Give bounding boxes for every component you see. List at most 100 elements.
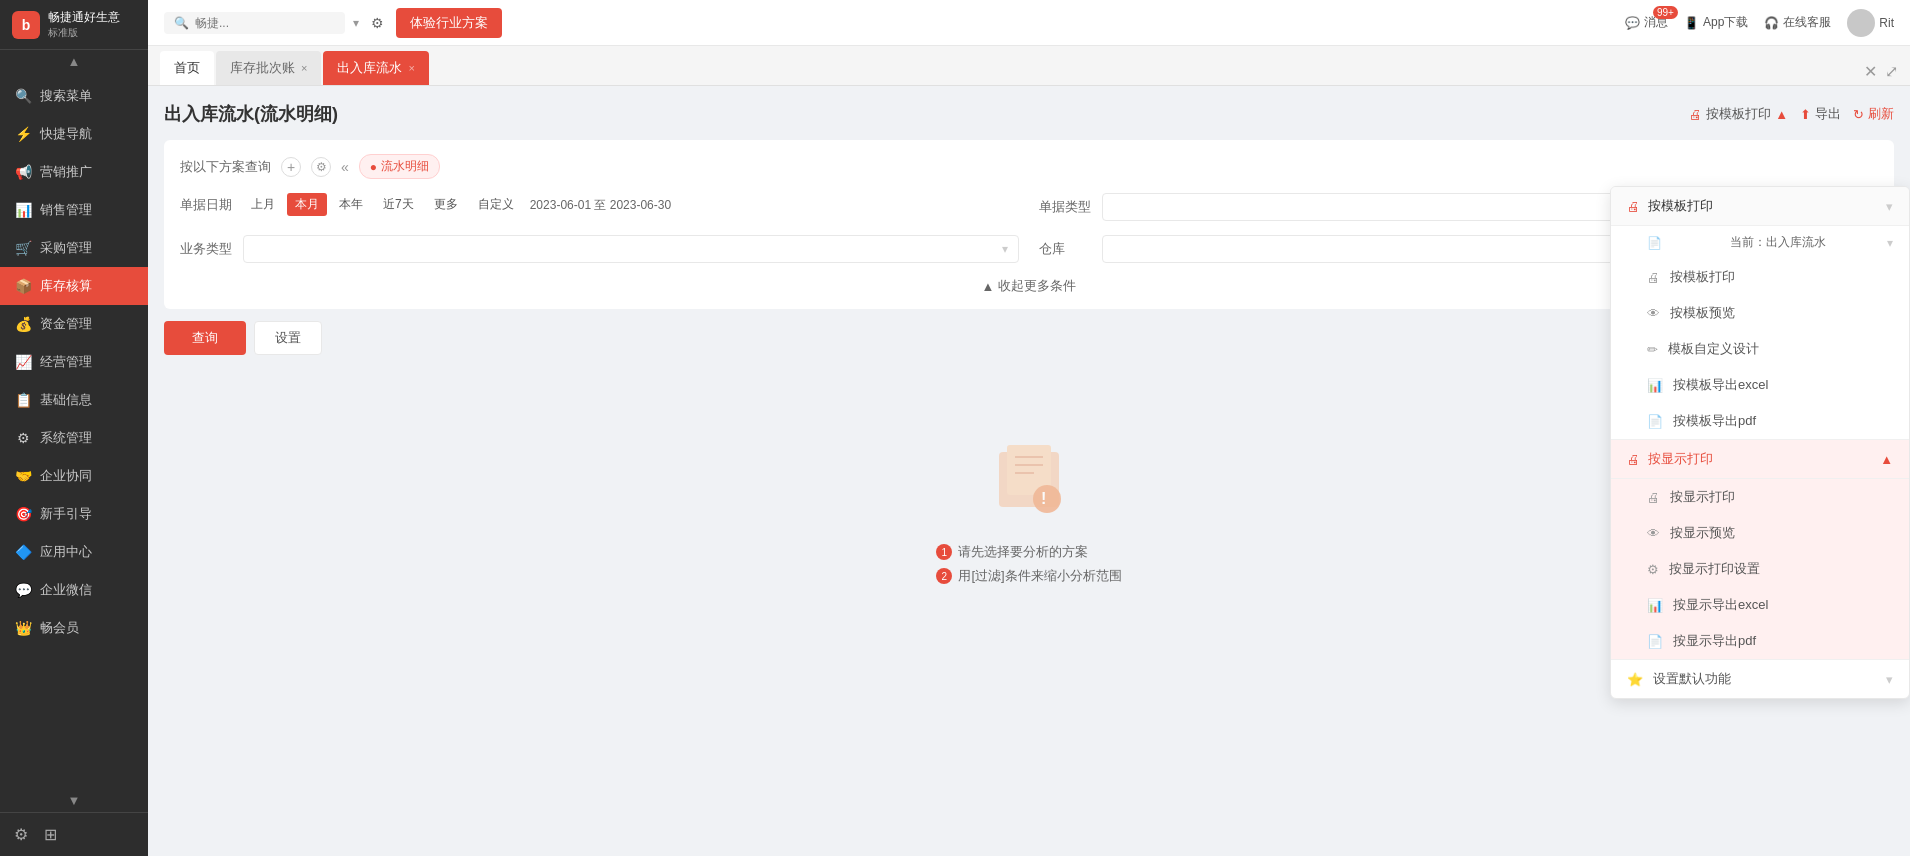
business-type-select[interactable]: ▾ bbox=[243, 235, 1019, 263]
scroll-up[interactable]: ▲ bbox=[0, 50, 148, 73]
collapse-icon: ▲ bbox=[982, 279, 995, 294]
svg-point-5 bbox=[1033, 485, 1061, 513]
date-btn-custom[interactable]: 自定义 bbox=[470, 193, 522, 216]
date-btn-prev-month[interactable]: 上月 bbox=[243, 193, 283, 216]
sales-icon: 📊 bbox=[14, 202, 32, 218]
print-display-excel-item[interactable]: 📊 按显示导出excel bbox=[1611, 587, 1909, 623]
topbar-search-box[interactable]: 🔍 bbox=[164, 12, 345, 34]
sidebar-item-sales[interactable]: 📊 销售管理 bbox=[0, 191, 148, 229]
collapse-more-btn[interactable]: ▲ 收起更多条件 bbox=[982, 277, 1077, 295]
sidebar-item-cooperation[interactable]: 🤝 企业协同 bbox=[0, 457, 148, 495]
print-dropdown-panel: 🖨 按模板打印 ▾ 📄 当前：出入库流水 ▾ 🖨 按模板打印 👁 按模板预览 bbox=[1610, 186, 1910, 699]
sidebar-footer: ⚙ ⊞ bbox=[0, 812, 148, 856]
tip-item-2: 2 用[过滤]条件来缩小分析范围 bbox=[936, 567, 1121, 585]
sidebar-item-label: 快捷导航 bbox=[40, 125, 92, 143]
print-display-preview-item[interactable]: 👁 按显示预览 bbox=[1611, 515, 1909, 551]
print-template-section: 🖨 按模板打印 ▾ 📄 当前：出入库流水 ▾ 🖨 按模板打印 👁 按模板预览 bbox=[1611, 187, 1909, 439]
inventory-icon: 📦 bbox=[14, 278, 32, 294]
close-window-btn[interactable]: ✕ bbox=[1864, 62, 1877, 81]
sidebar-item-inventory[interactable]: 📦 库存核算 bbox=[0, 267, 148, 305]
sidebar-item-member[interactable]: 👑 畅会员 bbox=[0, 609, 148, 647]
query-btn[interactable]: 查询 bbox=[164, 321, 246, 355]
app-download-icon: 📱 bbox=[1684, 16, 1699, 30]
tabbar: 首页 库存批次账 × 出入库流水 × ✕ ⤢ bbox=[148, 46, 1910, 86]
sidebar-item-guide[interactable]: 🎯 新手引导 bbox=[0, 495, 148, 533]
filter-settings-btn[interactable]: ⚙ bbox=[311, 157, 331, 177]
sidebar-item-label: 企业微信 bbox=[40, 581, 92, 599]
settings-display-btn[interactable]: 设置 bbox=[254, 321, 322, 355]
sidebar-item-apps[interactable]: 🔷 应用中心 bbox=[0, 533, 148, 571]
industry-btn[interactable]: 体验行业方案 bbox=[396, 8, 502, 38]
print-display-settings-item[interactable]: ⚙ 按显示打印设置 bbox=[1611, 551, 1909, 587]
sidebar-item-label: 企业协同 bbox=[40, 467, 92, 485]
collapse-sidebar-icon[interactable]: ⊞ bbox=[44, 825, 57, 844]
empty-state-icon: ! bbox=[979, 427, 1079, 527]
filter-add-btn[interactable]: + bbox=[281, 157, 301, 177]
date-btn-more[interactable]: 更多 bbox=[426, 193, 466, 216]
sidebar-item-marketing[interactable]: 📢 营销推广 bbox=[0, 153, 148, 191]
tab-inout-flow[interactable]: 出入库流水 × bbox=[323, 51, 428, 85]
inventory-batch-tab-close[interactable]: × bbox=[301, 62, 307, 74]
scroll-down[interactable]: ▼ bbox=[0, 789, 148, 812]
template-customize-item[interactable]: ✏ 模板自定义设计 bbox=[1611, 331, 1909, 367]
set-default-btn[interactable]: ⭐ 设置默认功能 ▾ bbox=[1611, 659, 1909, 698]
maximize-window-btn[interactable]: ⤢ bbox=[1885, 62, 1898, 81]
print-display-section-header[interactable]: 🖨 按显示打印 ▲ bbox=[1611, 440, 1909, 479]
print-display-print-icon: 🖨 bbox=[1647, 490, 1660, 505]
print-display-pdf-item[interactable]: 📄 按显示导出pdf bbox=[1611, 623, 1909, 659]
print-display-print-item[interactable]: 🖨 按显示打印 bbox=[1611, 479, 1909, 515]
settings-icon[interactable]: ⚙ bbox=[14, 825, 28, 844]
sidebar-item-search[interactable]: 🔍 搜索菜单 bbox=[0, 77, 148, 115]
search-input[interactable] bbox=[195, 16, 335, 30]
print-template-preview-item[interactable]: 👁 按模板预览 bbox=[1611, 295, 1909, 331]
export-btn[interactable]: ⬆ 导出 bbox=[1800, 105, 1841, 123]
print-display-section: 🖨 按显示打印 ▲ 🖨 按显示打印 👁 按显示预览 ⚙ 按显示打印设置 bbox=[1611, 440, 1909, 659]
search-dropdown-icon[interactable]: ▾ bbox=[353, 16, 359, 30]
filter-tag-label: 流水明细 bbox=[381, 158, 429, 175]
refresh-btn[interactable]: ↻ 刷新 bbox=[1853, 105, 1894, 123]
app-download-btn[interactable]: 📱 App下载 bbox=[1684, 14, 1748, 31]
business-type-chevron: ▾ bbox=[1002, 242, 1008, 256]
date-field: 单据日期 上月 本月 本年 近7天 更多 自定义 2023-06-01 至 20… bbox=[180, 193, 1019, 216]
topbar-gear-icon[interactable]: ⚙ bbox=[371, 15, 384, 31]
message-btn[interactable]: 💬 消息 99+ bbox=[1625, 14, 1668, 31]
print-template-btn[interactable]: 🖨 按模板打印 ▲ bbox=[1689, 105, 1788, 123]
sidebar-nav: 🔍 搜索菜单 ⚡ 快捷导航 📢 营销推广 📊 销售管理 🛒 采购管理 📦 库存核… bbox=[0, 73, 148, 789]
print-display-excel-label: 按显示导出excel bbox=[1673, 596, 1768, 614]
print-template-section-header[interactable]: 🖨 按模板打印 ▾ bbox=[1611, 187, 1909, 226]
basic-icon: 📋 bbox=[14, 392, 32, 408]
filter-collapse-icon[interactable]: « bbox=[341, 159, 349, 175]
tab-home[interactable]: 首页 bbox=[160, 51, 214, 85]
sidebar-item-wechat[interactable]: 💬 企业微信 bbox=[0, 571, 148, 609]
refresh-icon: ↻ bbox=[1853, 107, 1864, 122]
template-export-excel-item[interactable]: 📊 按模板导出excel bbox=[1611, 367, 1909, 403]
sidebar-item-finance[interactable]: 💰 资金管理 bbox=[0, 305, 148, 343]
print-current-arrow[interactable]: ▾ bbox=[1887, 236, 1893, 250]
quick-nav-icon: ⚡ bbox=[14, 126, 32, 142]
user-avatar-area[interactable]: Rit bbox=[1847, 9, 1894, 37]
customer-service-btn[interactable]: 🎧 在线客服 bbox=[1764, 14, 1831, 31]
business-type-label: 业务类型 bbox=[180, 240, 235, 258]
date-btn-this-year[interactable]: 本年 bbox=[331, 193, 371, 216]
page-title: 出入库流水(流水明细) bbox=[164, 102, 338, 126]
tab-inventory-batch[interactable]: 库存批次账 × bbox=[216, 51, 321, 85]
sidebar-item-system[interactable]: ⚙ 系统管理 bbox=[0, 419, 148, 457]
sidebar-item-basic[interactable]: 📋 基础信息 bbox=[0, 381, 148, 419]
inout-flow-tab-close[interactable]: × bbox=[408, 62, 414, 74]
tip-item-1: 1 请先选择要分析的方案 bbox=[936, 543, 1121, 561]
print-template-print-item[interactable]: 🖨 按模板打印 bbox=[1611, 259, 1909, 295]
user-name: Rit bbox=[1879, 16, 1894, 30]
filter-tag[interactable]: ● 流水明细 bbox=[359, 154, 440, 179]
print-display-settings-label: 按显示打印设置 bbox=[1669, 560, 1760, 578]
sidebar-item-label: 畅会员 bbox=[40, 619, 79, 637]
sidebar-item-label: 营销推广 bbox=[40, 163, 92, 181]
date-btn-this-month[interactable]: 本月 bbox=[287, 193, 327, 216]
sidebar-item-operations[interactable]: 📈 经营管理 bbox=[0, 343, 148, 381]
date-btn-7days[interactable]: 近7天 bbox=[375, 193, 422, 216]
sidebar-item-quick-nav[interactable]: ⚡ 快捷导航 bbox=[0, 115, 148, 153]
system-icon: ⚙ bbox=[14, 430, 32, 446]
set-default-label: 设置默认功能 bbox=[1653, 670, 1731, 688]
print-dropdown-arrow[interactable]: ▲ bbox=[1775, 107, 1788, 122]
template-export-pdf-item[interactable]: 📄 按模板导出pdf bbox=[1611, 403, 1909, 439]
sidebar-item-purchase[interactable]: 🛒 采购管理 bbox=[0, 229, 148, 267]
